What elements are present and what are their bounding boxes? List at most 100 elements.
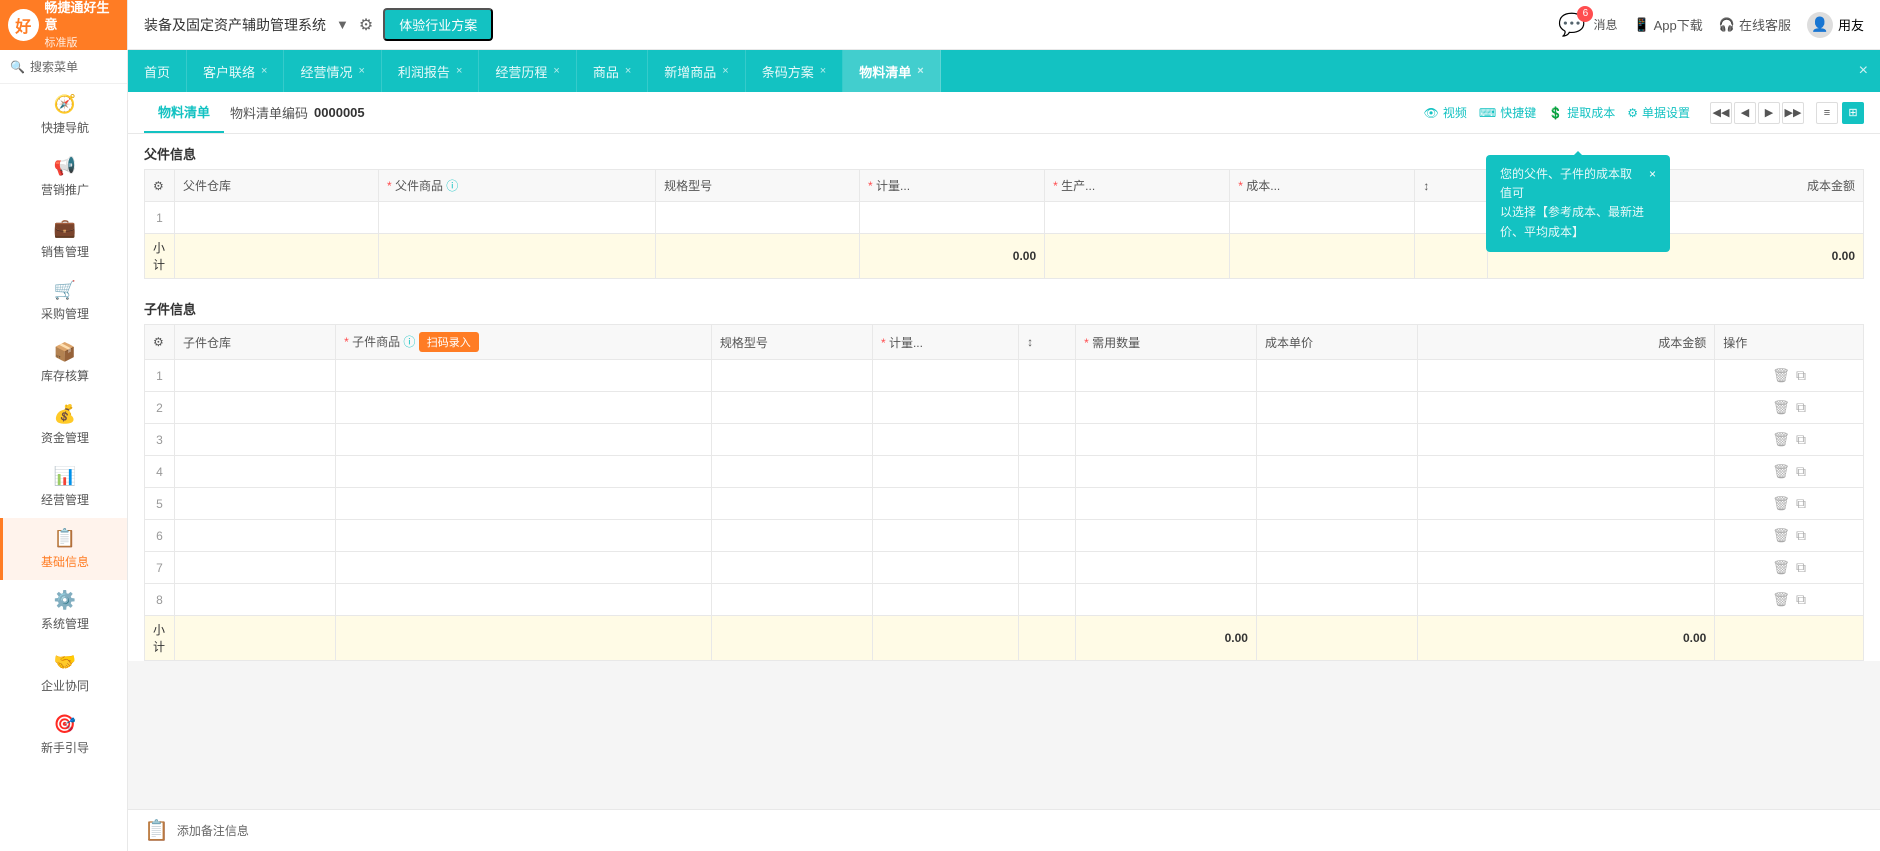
child-row-4-qty[interactable] — [872, 456, 1018, 488]
child-row-2-spec[interactable] — [711, 392, 872, 424]
sub-tab-bom-list[interactable]: 物料清单 — [144, 92, 224, 133]
tab-goods-close[interactable]: × — [625, 65, 631, 77]
user-menu[interactable]: 👤 用友 — [1807, 12, 1864, 38]
child-row-4-cost-unit[interactable] — [1256, 456, 1417, 488]
child-row-8-qty[interactable] — [872, 584, 1018, 616]
child-row-3-need-qty[interactable] — [1076, 424, 1257, 456]
child-row-4-need-qty[interactable] — [1076, 456, 1257, 488]
child-row-8-cost-amount[interactable] — [1418, 584, 1715, 616]
child-row-3-cost-unit[interactable] — [1256, 424, 1417, 456]
child-row-3-warehouse[interactable] — [175, 424, 336, 456]
child-row-6-spec[interactable] — [711, 520, 872, 552]
child-row-7-delete-icon[interactable]: 🗑 — [1772, 559, 1790, 576]
sidebar-item-inventory[interactable]: 📦 库存核算 — [0, 332, 127, 394]
child-row-2-cost-amount[interactable] — [1418, 392, 1715, 424]
child-row-8-copy-icon[interactable]: ⧉ — [1796, 591, 1806, 608]
child-row-7-cost-amount[interactable] — [1418, 552, 1715, 584]
page-first-btn[interactable]: ◀◀ — [1710, 102, 1732, 124]
system-dropdown[interactable]: ▼ — [336, 17, 349, 32]
child-row-2-need-qty[interactable] — [1076, 392, 1257, 424]
child-row-4-warehouse[interactable] — [175, 456, 336, 488]
sidebar-item-basics[interactable]: 📋 基础信息 — [0, 518, 127, 580]
layout-grid-btn[interactable]: ⊞ — [1842, 102, 1864, 124]
sidebar-item-marketing[interactable]: 📢 营销推广 — [0, 146, 127, 208]
tab-customer[interactable]: 客户联络 × — [187, 50, 284, 92]
child-row-3-qty[interactable] — [872, 424, 1018, 456]
child-row-5-cost-amount[interactable] — [1418, 488, 1715, 520]
child-row-6-delete-icon[interactable]: 🗑 — [1772, 527, 1790, 544]
online-service-link[interactable]: 🎧 在线客服 — [1719, 15, 1791, 34]
child-row-2-copy-icon[interactable]: ⧉ — [1796, 399, 1806, 416]
parent-row-1-spec[interactable] — [656, 202, 860, 234]
child-row-5-delete-icon[interactable]: 🗑 — [1772, 495, 1790, 512]
layout-list-btn[interactable]: ≡ — [1816, 102, 1838, 124]
child-row-6-goods[interactable] — [336, 520, 712, 552]
child-row-2-cost-unit[interactable] — [1256, 392, 1417, 424]
tab-goods[interactable]: 商品 × — [577, 50, 648, 92]
sidebar-search[interactable]: 🔍 搜索菜单 — [0, 50, 127, 84]
child-row-6-cost-amount[interactable] — [1418, 520, 1715, 552]
child-row-1-cost-unit[interactable] — [1256, 360, 1417, 392]
message-icon-btn[interactable]: 💬 6 — [1558, 12, 1585, 38]
sidebar-item-system[interactable]: ⚙️ 系统管理 — [0, 580, 127, 642]
child-row-3-goods[interactable] — [336, 424, 712, 456]
child-row-5-goods[interactable] — [336, 488, 712, 520]
child-row-1-copy-icon[interactable]: ⧉ — [1796, 367, 1806, 384]
parent-th-settings[interactable]: ⚙ — [145, 170, 175, 202]
child-row-6-cost-unit[interactable] — [1256, 520, 1417, 552]
child-row-5-spec[interactable] — [711, 488, 872, 520]
tab-new-goods-close[interactable]: × — [722, 65, 728, 77]
page-last-btn[interactable]: ▶▶ — [1782, 102, 1804, 124]
child-row-5-need-qty[interactable] — [1076, 488, 1257, 520]
child-row-6-copy-icon[interactable]: ⧉ — [1796, 527, 1806, 544]
child-row-7-qty[interactable] — [872, 552, 1018, 584]
child-th-settings[interactable]: ⚙ — [145, 325, 175, 360]
sidebar-item-enterprise[interactable]: 🤝 企业协同 — [0, 642, 127, 704]
gear-icon[interactable]: ⚙ — [359, 15, 373, 35]
tab-bom-close[interactable]: × — [917, 65, 923, 77]
child-row-2-warehouse[interactable] — [175, 392, 336, 424]
scan-input-button[interactable]: 扫码录入 — [419, 332, 479, 352]
sidebar-item-operations[interactable]: 📊 经营管理 — [0, 456, 127, 518]
child-row-8-need-qty[interactable] — [1076, 584, 1257, 616]
tab-profit[interactable]: 利润报告 × — [382, 50, 479, 92]
tab-home[interactable]: 首页 — [128, 50, 187, 92]
nav-close-button[interactable]: × — [1847, 50, 1880, 92]
child-row-7-copy-icon[interactable]: ⧉ — [1796, 559, 1806, 576]
single-settings-action[interactable]: ⚙ 单据设置 — [1627, 104, 1690, 121]
sidebar-item-quick-nav[interactable]: 🧭 快捷导航 — [0, 84, 127, 146]
tab-new-goods[interactable]: 新增商品 × — [648, 50, 745, 92]
parent-row-1-cost[interactable] — [1230, 202, 1415, 234]
child-row-1-need-qty[interactable] — [1076, 360, 1257, 392]
parent-row-1-warehouse[interactable] — [175, 202, 379, 234]
child-row-1-delete-icon[interactable]: 🗑 — [1772, 367, 1790, 384]
trial-button[interactable]: 体验行业方案 — [383, 8, 493, 41]
tab-barcode[interactable]: 条码方案 × — [746, 50, 843, 92]
child-row-1-cost-amount[interactable] — [1418, 360, 1715, 392]
sidebar-item-purchase[interactable]: 🛒 采购管理 — [0, 270, 127, 332]
child-row-4-copy-icon[interactable]: ⧉ — [1796, 463, 1806, 480]
sidebar-item-finance[interactable]: 💰 资金管理 — [0, 394, 127, 456]
child-row-5-copy-icon[interactable]: ⧉ — [1796, 495, 1806, 512]
parent-row-1-qty[interactable] — [860, 202, 1045, 234]
tab-bom[interactable]: 物料清单 × — [843, 50, 940, 92]
child-row-3-cost-amount[interactable] — [1418, 424, 1715, 456]
child-row-7-cost-unit[interactable] — [1256, 552, 1417, 584]
child-row-2-goods[interactable] — [336, 392, 712, 424]
child-row-8-goods[interactable] — [336, 584, 712, 616]
view-action[interactable]: 👁 视频 — [1424, 104, 1467, 121]
shortcut-action[interactable]: ⌨ 快捷键 — [1479, 104, 1536, 121]
child-row-4-goods[interactable] — [336, 456, 712, 488]
tab-history-close[interactable]: × — [553, 65, 559, 77]
parent-row-1-production[interactable] — [1045, 202, 1230, 234]
sidebar-item-sales[interactable]: 💼 销售管理 — [0, 208, 127, 270]
child-row-2-qty[interactable] — [872, 392, 1018, 424]
child-row-8-cost-unit[interactable] — [1256, 584, 1417, 616]
sidebar-item-guide[interactable]: 🎯 新手引导 — [0, 704, 127, 766]
child-row-4-cost-amount[interactable] — [1418, 456, 1715, 488]
tab-customer-close[interactable]: × — [261, 65, 267, 77]
child-row-5-qty[interactable] — [872, 488, 1018, 520]
child-row-3-copy-icon[interactable]: ⧉ — [1796, 431, 1806, 448]
child-row-1-goods[interactable] — [336, 360, 712, 392]
tab-operations[interactable]: 经营情况 × — [284, 50, 381, 92]
